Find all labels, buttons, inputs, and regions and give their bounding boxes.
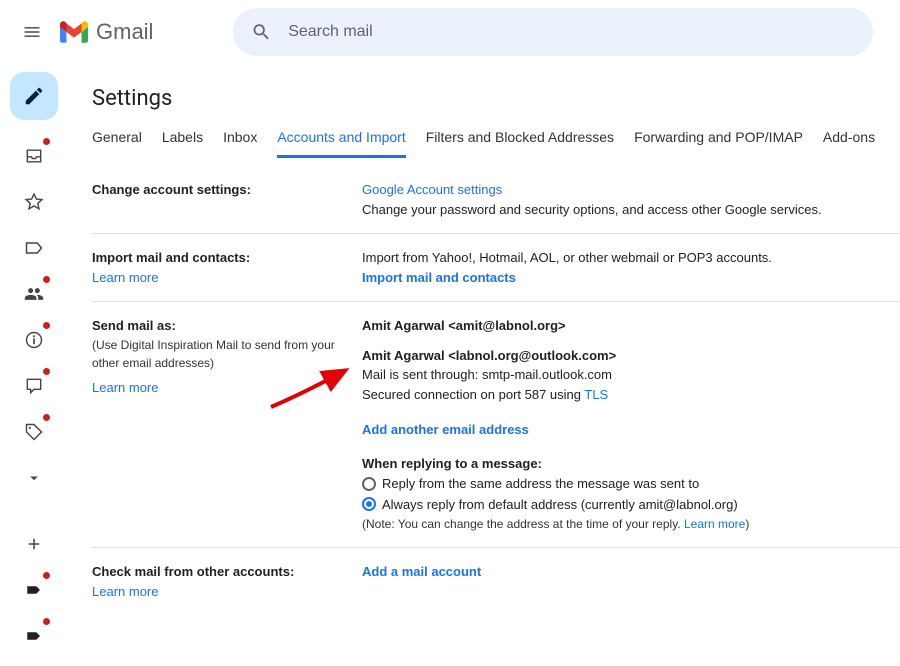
notification-dot [43, 368, 50, 375]
send-as-sub: (Use Digital Inspiration Mail to send fr… [92, 336, 350, 372]
reply-option-same[interactable]: Reply from the same address the message … [362, 474, 900, 494]
secured-connection: Secured connection on port 587 using TLS [362, 385, 900, 405]
search-input[interactable] [286, 22, 855, 42]
settings-tabs: General Labels Inbox Accounts and Import… [92, 117, 900, 159]
add-mail-account-link[interactable]: Add a mail account [362, 564, 481, 579]
search-bar[interactable] [233, 8, 873, 56]
check-mail-learn-more-link[interactable]: Learn more [92, 584, 158, 599]
send-as-learn-more-link[interactable]: Learn more [92, 380, 158, 395]
notification-dot [43, 572, 50, 579]
add-another-email-link[interactable]: Add another email address [362, 422, 529, 437]
label-icon [25, 627, 43, 645]
app-name: Gmail [96, 19, 153, 45]
sidebar-label-2[interactable] [18, 620, 50, 652]
sidebar [0, 64, 68, 666]
sidebar-item-chat[interactable] [18, 370, 50, 402]
sidebar-item-label[interactable] [18, 232, 50, 264]
reply-note: (Note: You can change the address at the… [362, 515, 900, 533]
sidebar-item-tag[interactable] [18, 416, 50, 448]
send-as-label: Send mail as: [92, 316, 350, 336]
notification-dot [43, 138, 50, 145]
label-icon [24, 238, 44, 258]
sidebar-item-starred[interactable] [18, 186, 50, 218]
page-title: Settings [92, 86, 900, 111]
import-desc: Import from Yahoo!, Hotmail, AOL, or oth… [362, 248, 900, 268]
sidebar-expand[interactable] [18, 462, 50, 494]
reply-opt2-label: Always reply from default address (curre… [382, 495, 738, 515]
sidebar-item-people[interactable] [18, 278, 50, 310]
notification-dot [43, 414, 50, 421]
chevron-down-icon [25, 469, 43, 487]
sent-through: Mail is sent through: smtp-mail.outlook.… [362, 365, 900, 385]
import-mail-action-link[interactable]: Import mail and contacts [362, 270, 516, 285]
check-mail-label: Check mail from other accounts: [92, 562, 350, 582]
tab-general[interactable]: General [92, 117, 142, 158]
reply-option-default[interactable]: Always reply from default address (curre… [362, 495, 900, 515]
sidebar-item-inbox[interactable] [18, 140, 50, 172]
hamburger-icon [22, 22, 42, 42]
sidebar-item-info[interactable] [18, 324, 50, 356]
tag-icon [24, 422, 44, 442]
notification-dot [43, 618, 50, 625]
tab-inbox[interactable]: Inbox [223, 117, 257, 158]
send-as-primary: Amit Agarwal <amit@labnol.org> [362, 316, 900, 336]
info-icon [24, 330, 44, 350]
reply-note-learn-more-link[interactable]: Learn more [684, 517, 745, 531]
tab-accounts[interactable]: Accounts and Import [277, 117, 405, 158]
radio-icon [362, 497, 376, 511]
change-account-label: Change account settings: [92, 182, 251, 197]
tab-forwarding[interactable]: Forwarding and POP/IMAP [634, 117, 803, 158]
notification-dot [43, 276, 50, 283]
compose-button[interactable] [10, 72, 58, 120]
plus-icon [25, 535, 43, 553]
search-icon [251, 21, 272, 43]
gmail-icon [60, 21, 88, 43]
import-learn-more-link[interactable]: Learn more [92, 270, 158, 285]
sidebar-label-1[interactable] [18, 574, 50, 606]
star-icon [24, 192, 44, 212]
notification-dot [43, 322, 50, 329]
send-as-secondary: Amit Agarwal <labnol.org@outlook.com> [362, 346, 900, 366]
sidebar-add[interactable] [18, 528, 50, 560]
tls-link[interactable]: TLS [584, 387, 608, 402]
people-icon [24, 284, 44, 304]
import-mail-label: Import mail and contacts: [92, 248, 350, 268]
reply-header: When replying to a message: [362, 454, 900, 474]
tab-filters[interactable]: Filters and Blocked Addresses [426, 117, 614, 158]
pencil-icon [23, 85, 45, 107]
reply-opt1-label: Reply from the same address the message … [382, 474, 699, 494]
settings-panel: Settings General Labels Inbox Accounts a… [68, 64, 900, 666]
radio-icon [362, 477, 376, 491]
change-account-desc: Change your password and security option… [362, 200, 900, 220]
google-account-settings-link[interactable]: Google Account settings [362, 182, 502, 197]
main-menu-button[interactable] [8, 8, 56, 56]
tab-addons[interactable]: Add-ons [823, 117, 875, 158]
gmail-logo[interactable]: Gmail [60, 19, 153, 45]
tab-labels[interactable]: Labels [162, 117, 203, 158]
chat-icon [24, 376, 44, 396]
inbox-icon [24, 146, 44, 166]
label-icon [25, 581, 43, 599]
